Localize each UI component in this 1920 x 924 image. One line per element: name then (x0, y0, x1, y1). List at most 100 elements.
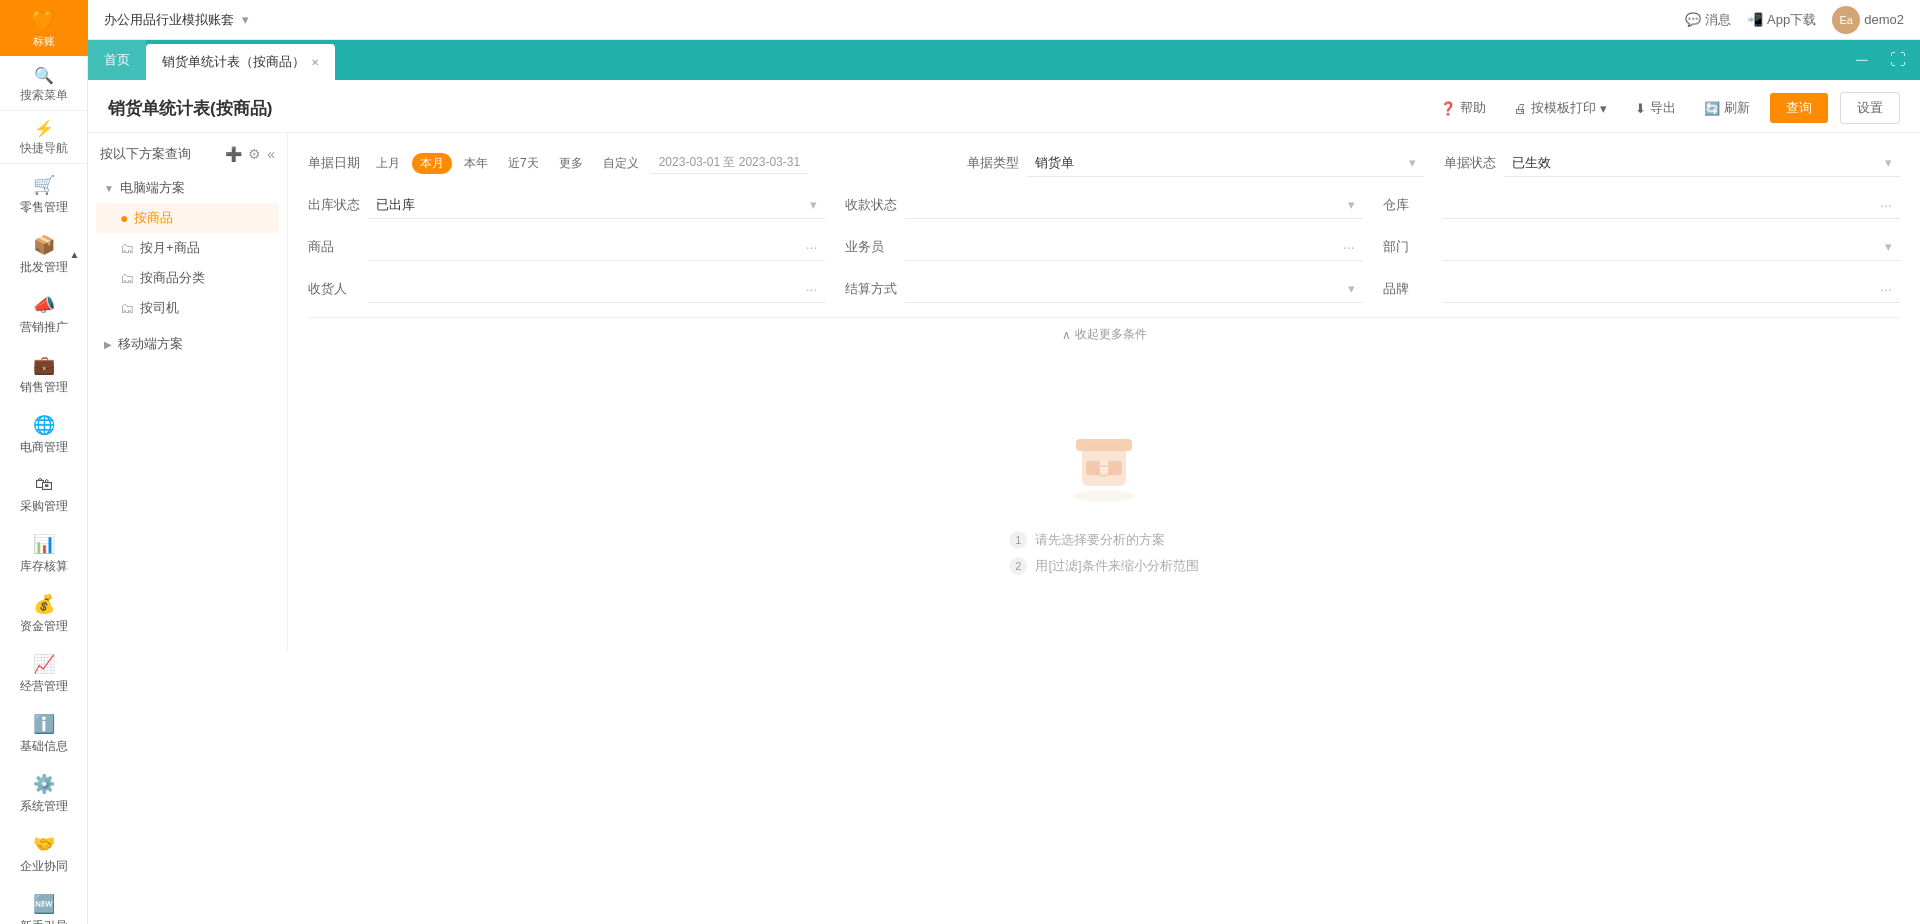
tree-group-mobile: ▶ 移动端方案 (96, 329, 279, 359)
sidebar-search[interactable]: 🔍 搜索菜单 (0, 56, 88, 111)
print-btn[interactable]: 🖨 按模板打印 ▾ (1506, 95, 1615, 121)
staff-input[interactable]: ··· (905, 233, 1362, 261)
download-icon: 📲 (1747, 12, 1763, 27)
search-icon: 🔍 (34, 66, 54, 85)
main-content: 办公用品行业模拟账套 ▾ 💬 消息 📲 App下载 Ea demo2 首页 销货… (88, 0, 1920, 924)
sidebar-quicknav[interactable]: ⚡ 快捷导航 (0, 111, 88, 164)
app-logo[interactable]: 🧡 标账 (0, 0, 88, 56)
collapse-panel-btn[interactable]: « (267, 146, 275, 162)
tab-close-icon[interactable]: ✕ (311, 57, 319, 68)
recv-select[interactable]: ▾ (905, 191, 1362, 219)
sidebar-item-purchase[interactable]: 🛍 采购管理 (0, 464, 88, 523)
settings-scheme-btn[interactable]: ⚙ (248, 146, 261, 162)
warehouse-input[interactable]: ··· (1443, 191, 1900, 219)
topbar-title: 办公用品行业模拟账套 (104, 11, 234, 29)
export-label: 导出 (1650, 99, 1676, 117)
left-panel-actions: ➕ ⚙ « (225, 146, 275, 162)
quicknav-label: 快捷导航 (20, 140, 68, 157)
date-tab-7days[interactable]: 近7天 (500, 153, 547, 174)
product-dots[interactable]: ··· (806, 239, 818, 255)
brand-input[interactable]: ··· (1443, 275, 1900, 303)
svg-point-0 (1074, 490, 1134, 502)
filter-consignee: 收货人 ··· (308, 275, 825, 303)
consignee-input[interactable]: ··· (368, 275, 825, 303)
message-btn[interactable]: 💬 消息 (1685, 11, 1731, 29)
sidebar-item-enterprise[interactable]: 🤝 企业协同 (0, 823, 88, 883)
tree-group-mobile-header[interactable]: ▶ 移动端方案 (96, 329, 279, 359)
left-panel: 按以下方案查询 ➕ ⚙ « ▼ 电脑端方案 ● 按商品 (88, 133, 288, 651)
status-value: 已生效 (1512, 154, 1551, 172)
sidebar-item-finance[interactable]: 💰 资金管理 (0, 583, 88, 643)
basic-icon: ℹ️ (33, 713, 55, 735)
date-tab-this-year[interactable]: 本年 (456, 153, 496, 174)
tree-item-by-category[interactable]: 🗂 按商品分类 (96, 263, 279, 293)
product-input[interactable]: ··· (368, 233, 825, 261)
filter-warehouse: 仓库 ··· (1383, 191, 1900, 219)
app-download-btn[interactable]: 📲 App下载 (1747, 11, 1816, 29)
warehouse-dots[interactable]: ··· (1880, 197, 1892, 213)
staff-dots[interactable]: ··· (1343, 239, 1355, 255)
sidebar-item-inventory[interactable]: 📊 库存核算 (0, 523, 88, 583)
date-tab-last-month[interactable]: 上月 (368, 153, 408, 174)
dept-select[interactable]: ▾ (1443, 233, 1900, 261)
setting-btn[interactable]: 设置 (1840, 92, 1900, 124)
filter-area: 单据日期 上月 本月 本年 近7天 更多 自定义 20 (308, 149, 1900, 351)
sidebar-item-ecommerce[interactable]: 🌐 电商管理 (0, 404, 88, 464)
sidebar-item-retail[interactable]: 🛒 零售管理 (0, 164, 88, 224)
refresh-btn[interactable]: 🔄 刷新 (1696, 95, 1758, 121)
right-content: 单据日期 上月 本月 本年 近7天 更多 自定义 20 (288, 133, 1920, 651)
ecommerce-label: 电商管理 (20, 439, 68, 456)
sidebar-menu: 🛒 零售管理 📦 批发管理 ▲ 📣 营销推广 💼 销售管理 🌐 电商管理 🛍 采… (0, 164, 88, 924)
payment-select[interactable]: ▾ (905, 275, 1362, 303)
sidebar-item-marketing[interactable]: 📣 营销推广 (0, 284, 88, 344)
user-menu[interactable]: Ea demo2 (1832, 6, 1904, 34)
topbar: 办公用品行业模拟账套 ▾ 💬 消息 📲 App下载 Ea demo2 (88, 0, 1920, 40)
sidebar-item-guide[interactable]: 🆕 新手引导 (0, 883, 88, 924)
filter-date: 单据日期 上月 本月 本年 近7天 更多 自定义 20 (308, 152, 947, 174)
type-select[interactable]: 销货单 ▾ (1027, 149, 1423, 177)
out-label: 出库状态 (308, 196, 368, 214)
tree-item-by-product[interactable]: ● 按商品 (96, 203, 279, 233)
collapse-label: 收起更多条件 (1075, 326, 1147, 343)
collapse-btn[interactable]: ∧ 收起更多条件 (1062, 326, 1147, 343)
brand-dots[interactable]: ··· (1880, 281, 1892, 297)
status-select[interactable]: 已生效 ▾ (1504, 149, 1900, 177)
date-tab-more[interactable]: 更多 (551, 153, 591, 174)
purchase-icon: 🛍 (35, 474, 53, 495)
query-btn[interactable]: 查询 (1770, 93, 1828, 123)
print-icon: 🖨 (1514, 101, 1527, 116)
date-tab-this-month[interactable]: 本月 (412, 153, 452, 174)
refresh-label: 刷新 (1724, 99, 1750, 117)
tree-group-desktop-label: 电脑端方案 (120, 179, 185, 197)
sidebar-item-system[interactable]: ⚙️ 系统管理 (0, 763, 88, 823)
sidebar-item-wholesale[interactable]: 📦 批发管理 ▲ (0, 224, 88, 284)
consignee-label: 收货人 (308, 280, 368, 298)
status-label: 单据状态 (1444, 154, 1504, 172)
tree-group-desktop-header[interactable]: ▼ 电脑端方案 (96, 173, 279, 203)
tree-item-by-month-product[interactable]: 🗂 按月+商品 (96, 233, 279, 263)
sidebar-item-sales[interactable]: 💼 销售管理 (0, 344, 88, 404)
left-panel-title: 按以下方案查询 (100, 145, 191, 163)
add-scheme-btn[interactable]: ➕ (225, 146, 242, 162)
tree-group-mobile-label: 移动端方案 (118, 335, 183, 353)
tab-home[interactable]: 首页 (88, 40, 146, 80)
filter-type: 单据类型 销货单 ▾ (967, 149, 1423, 177)
warehouse-label: 仓库 (1383, 196, 1443, 214)
out-select[interactable]: 已出库 ▾ (368, 191, 825, 219)
date-tab-custom[interactable]: 自定义 (595, 153, 647, 174)
tab-minimize-btn[interactable]: ─ (1848, 46, 1876, 74)
date-label: 单据日期 (308, 154, 368, 172)
date-range-value[interactable]: 2023-03-01 至 2023-03-31 (651, 152, 808, 174)
export-btn[interactable]: ⬇ 导出 (1627, 95, 1684, 121)
by-driver-label: 按司机 (140, 299, 179, 317)
sidebar-item-operations[interactable]: 📈 经营管理 (0, 643, 88, 703)
retail-icon: 🛒 (33, 174, 55, 196)
inventory-icon: 📊 (33, 533, 55, 555)
sidebar-item-basic[interactable]: ℹ️ 基础信息 (0, 703, 88, 763)
tree-item-by-driver[interactable]: 🗂 按司机 (96, 293, 279, 323)
consignee-dots[interactable]: ··· (806, 281, 818, 297)
tab-report[interactable]: 销货单统计表（按商品） ✕ (146, 44, 335, 80)
topbar-dropdown[interactable]: ▾ (242, 12, 249, 27)
tab-maximize-btn[interactable]: ⛶ (1884, 46, 1912, 74)
help-btn[interactable]: ❓ 帮助 (1432, 95, 1494, 121)
